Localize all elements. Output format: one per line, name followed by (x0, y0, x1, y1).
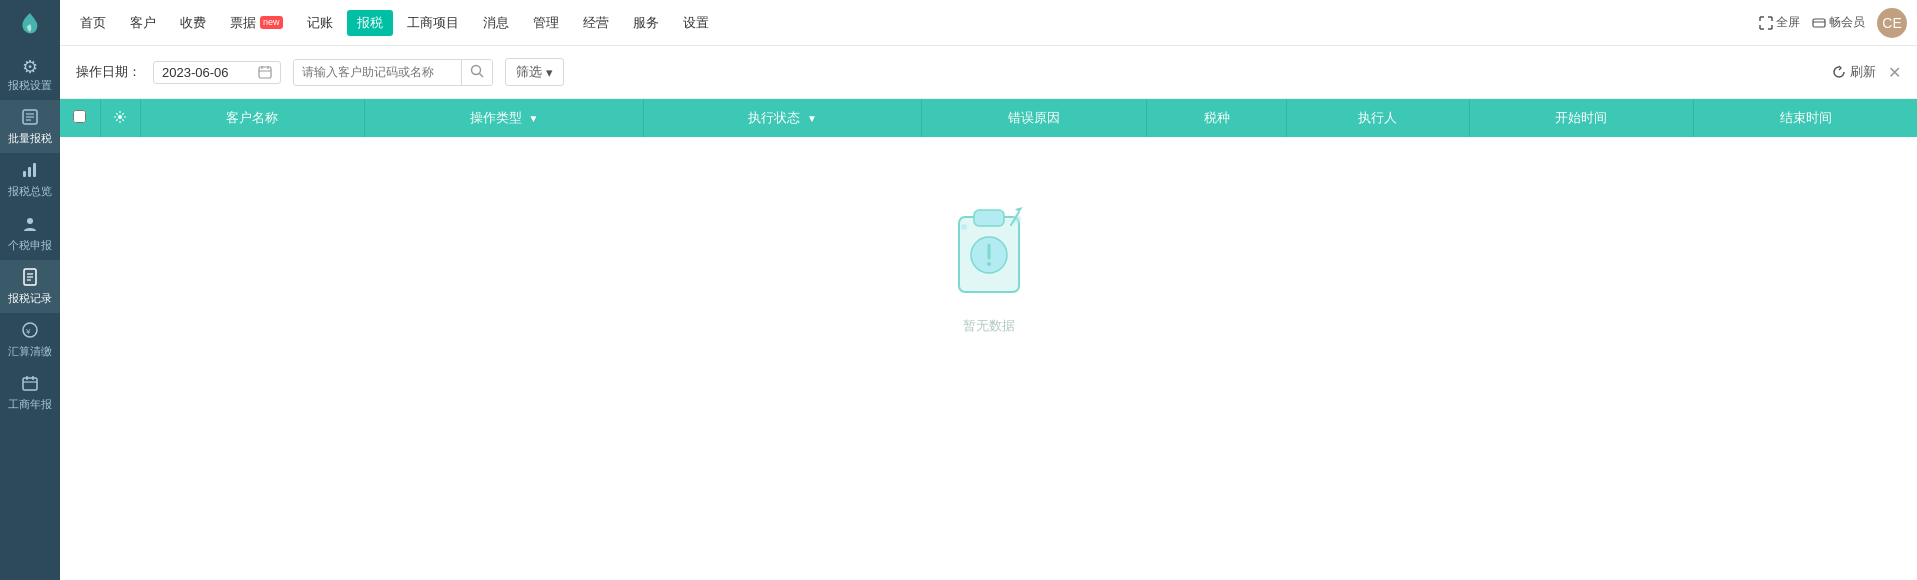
sidebar-logo (0, 0, 60, 50)
refresh-icon (1832, 65, 1846, 79)
svg-point-24 (472, 65, 481, 74)
member-icon (1812, 16, 1826, 30)
search-wrap (293, 59, 493, 86)
th-executor: 执行人 (1287, 99, 1469, 137)
annual-report-icon (21, 374, 39, 395)
th-end-time: 结束时间 (1694, 99, 1917, 137)
search-input[interactable] (294, 60, 461, 84)
th-op-type[interactable]: 操作类型 ▼ (365, 99, 644, 137)
personal-tax-icon (21, 215, 39, 236)
search-button[interactable] (461, 60, 492, 85)
th-start-time: 开始时间 (1469, 99, 1694, 137)
nav-item-customer[interactable]: 客户 (120, 10, 166, 36)
th-tax-type: 税种 (1147, 99, 1287, 137)
date-input[interactable] (162, 65, 252, 80)
date-label: 操作日期： (76, 63, 141, 81)
sort-icon-exec-status: ▼ (807, 113, 817, 124)
svg-rect-6 (33, 163, 36, 177)
nav-item-account[interactable]: 记账 (297, 10, 343, 36)
close-button[interactable]: ✕ (1888, 63, 1901, 82)
sidebar-item-tax-overview-label: 报税总览 (8, 185, 52, 198)
nav-item-home[interactable]: 首页 (70, 10, 116, 36)
svg-rect-14 (23, 378, 37, 390)
svg-rect-28 (974, 210, 1004, 226)
sidebar-item-tax-overview[interactable]: 报税总览 (0, 153, 60, 206)
sidebar-item-batch-tax[interactable]: 批量报税 (0, 100, 60, 153)
user-avatar[interactable]: CE (1877, 8, 1907, 38)
sidebar-item-tax-settings[interactable]: ⚙ 报税设置 (0, 50, 60, 100)
select-all-checkbox[interactable] (73, 110, 86, 123)
th-exec-status[interactable]: 执行状态 ▼ (643, 99, 922, 137)
tax-record-icon (21, 268, 39, 289)
toolbar: 操作日期： 筛选 (60, 46, 1917, 99)
nav-item-business[interactable]: 工商项目 (397, 10, 469, 36)
member-button[interactable]: 畅会员 (1812, 14, 1865, 31)
svg-marker-35 (1015, 207, 1023, 212)
sidebar-item-batch-tax-label: 批量报税 (8, 132, 52, 145)
th-checkbox[interactable] (60, 99, 100, 137)
svg-line-25 (480, 73, 484, 77)
column-settings-icon (113, 110, 127, 124)
th-error-reason: 错误原因 (922, 99, 1147, 137)
calendar-icon (258, 65, 272, 79)
refresh-button[interactable]: 刷新 (1832, 63, 1876, 81)
tax-overview-icon (21, 161, 39, 182)
nav-item-billing[interactable]: 收费 (170, 10, 216, 36)
sidebar-item-personal-tax-label: 个税申报 (8, 239, 52, 252)
svg-text:¥: ¥ (25, 327, 31, 336)
th-settings[interactable] (100, 99, 140, 137)
svg-point-32 (961, 224, 967, 230)
sidebar: ⚙ 报税设置 批量报税 报税总览 (0, 0, 60, 580)
svg-point-26 (118, 115, 122, 119)
batch-tax-icon (21, 108, 39, 129)
sidebar-item-tax-settings-label: 报税设置 (8, 79, 52, 92)
sidebar-item-personal-tax[interactable]: 个税申报 (0, 207, 60, 260)
empty-text: 暂无数据 (963, 317, 1015, 335)
svg-rect-4 (23, 171, 26, 177)
main-content: 首页 客户 收费 票据 new 记账 报税 工商项目 消息 (60, 0, 1917, 580)
sidebar-item-settlement-label: 汇算清缴 (8, 345, 52, 358)
sort-icon-op-type: ▼ (528, 113, 538, 124)
sidebar-item-tax-record[interactable]: 报税记录 (0, 260, 60, 313)
nav-item-manage[interactable]: 管理 (523, 10, 569, 36)
sidebar-item-annual-report-label: 工商年报 (8, 398, 52, 411)
page-area: 操作日期： 筛选 (60, 46, 1917, 580)
sidebar-item-annual-report[interactable]: 工商年报 (0, 366, 60, 419)
data-table: 客户名称 操作类型 ▼ 执行状态 ▼ 错误原因 (60, 99, 1917, 137)
settlement-icon: ¥ (21, 321, 39, 342)
empty-state: 暂无数据 (60, 137, 1917, 395)
top-nav-right: 全屏 畅会员 CE (1759, 8, 1907, 38)
svg-rect-20 (259, 67, 271, 78)
filter-button[interactable]: 筛选 ▾ (505, 58, 564, 86)
svg-point-31 (987, 262, 991, 266)
svg-point-7 (27, 218, 33, 224)
nav-item-tax[interactable]: 报税 (347, 10, 393, 36)
th-customer: 客户名称 (140, 99, 365, 137)
empty-state-illustration (939, 197, 1039, 307)
search-icon (470, 64, 484, 78)
top-nav: 首页 客户 收费 票据 new 记账 报税 工商项目 消息 (60, 0, 1917, 46)
fullscreen-button[interactable]: 全屏 (1759, 14, 1800, 31)
nav-item-service[interactable]: 服务 (623, 10, 669, 36)
table-header-row: 客户名称 操作类型 ▼ 执行状态 ▼ 错误原因 (60, 99, 1917, 137)
nav-item-invoice[interactable]: 票据 new (220, 10, 293, 36)
nav-item-settings[interactable]: 设置 (673, 10, 719, 36)
chevron-down-icon: ▾ (546, 65, 553, 80)
sidebar-item-tax-record-label: 报税记录 (8, 292, 52, 305)
svg-rect-18 (1813, 19, 1825, 27)
fullscreen-icon (1759, 16, 1773, 30)
nav-items: 首页 客户 收费 票据 new 记账 报税 工商项目 消息 (70, 10, 1759, 36)
date-picker[interactable] (153, 61, 281, 84)
table-wrap: 客户名称 操作类型 ▼ 执行状态 ▼ 错误原因 (60, 99, 1917, 580)
sidebar-item-settlement[interactable]: ¥ 汇算清缴 (0, 313, 60, 366)
tax-settings-icon: ⚙ (22, 58, 38, 76)
nav-item-finance[interactable]: 经营 (573, 10, 619, 36)
svg-rect-5 (28, 167, 31, 177)
nav-item-message[interactable]: 消息 (473, 10, 519, 36)
new-badge: new (260, 16, 283, 29)
